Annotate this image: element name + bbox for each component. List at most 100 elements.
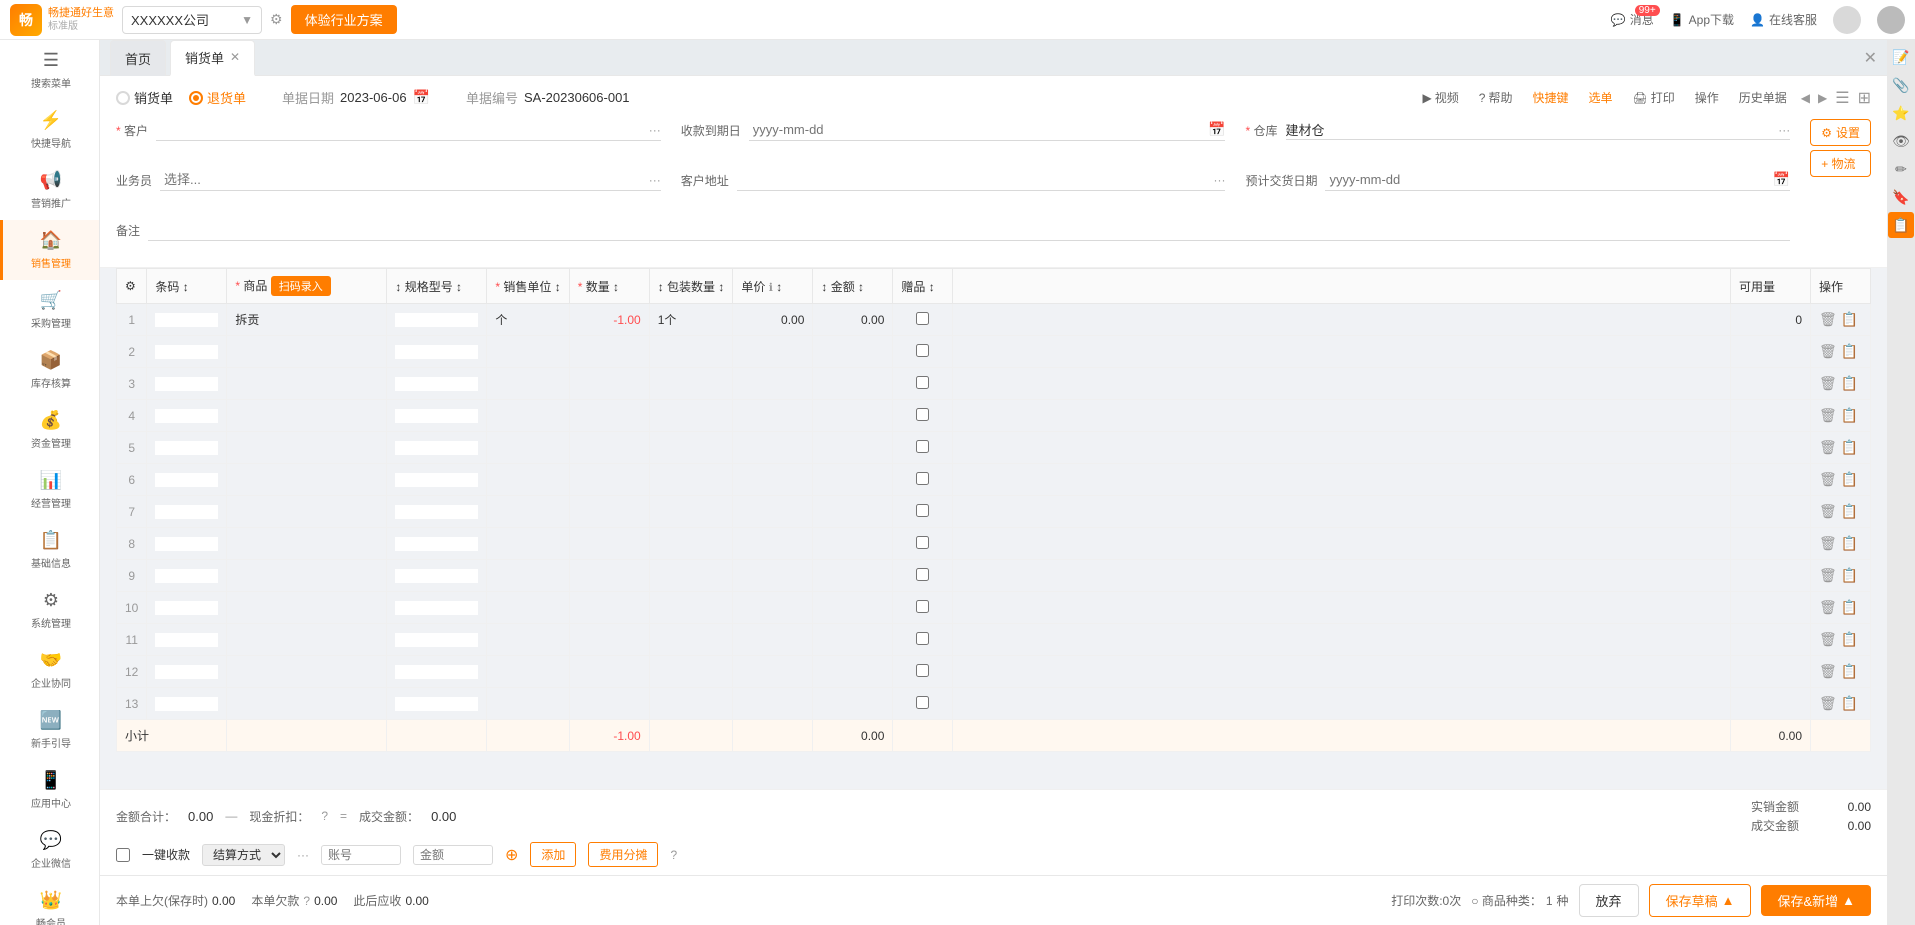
- row-gift[interactable]: [893, 656, 953, 688]
- close-all-tabs-icon[interactable]: ✕: [1864, 48, 1877, 68]
- copy-row-icon[interactable]: 📋: [1841, 311, 1858, 328]
- row-pkg-qty[interactable]: [649, 528, 733, 560]
- sidebar-item-member[interactable]: 👑 畅会员: [0, 880, 99, 925]
- expected-delivery-input[interactable]: [1325, 169, 1772, 190]
- row-qty[interactable]: [569, 560, 649, 592]
- row-product[interactable]: [227, 400, 387, 432]
- customer-dots[interactable]: ···: [649, 123, 661, 137]
- delete-row-icon[interactable]: 🗑: [1819, 535, 1837, 552]
- row-spec[interactable]: [387, 368, 487, 400]
- row-unit[interactable]: [487, 688, 569, 720]
- discount-help-icon[interactable]: ?: [321, 809, 328, 823]
- row-amount[interactable]: [813, 400, 893, 432]
- sidebar-item-inventory[interactable]: 📦 库存核算: [0, 340, 99, 400]
- one-click-payment-checkbox[interactable]: [116, 848, 130, 862]
- copy-row-icon[interactable]: 📋: [1841, 567, 1858, 584]
- row-product[interactable]: [227, 688, 387, 720]
- row-qty[interactable]: [569, 368, 649, 400]
- add-button[interactable]: 添加: [530, 842, 576, 867]
- save-draft-button[interactable]: 保存草稿 ▲: [1649, 884, 1752, 917]
- row-price[interactable]: [733, 464, 813, 496]
- row-price[interactable]: [733, 400, 813, 432]
- radio-sales-order[interactable]: 销货单: [116, 88, 173, 107]
- rp-icon-6[interactable]: 🔖: [1888, 184, 1914, 210]
- row-spec[interactable]: [387, 560, 487, 592]
- copy-row-icon[interactable]: 📋: [1841, 695, 1858, 712]
- delete-row-icon[interactable]: 🗑: [1819, 407, 1837, 424]
- rp-icon-5[interactable]: ✏: [1888, 156, 1914, 182]
- row-barcode[interactable]: [147, 336, 227, 368]
- delete-row-icon[interactable]: 🗑: [1819, 631, 1837, 648]
- rp-icon-2[interactable]: 📎: [1888, 72, 1914, 98]
- copy-row-icon[interactable]: 📋: [1841, 663, 1858, 680]
- row-spec[interactable]: [387, 464, 487, 496]
- row-gift[interactable]: [893, 432, 953, 464]
- row-gift[interactable]: [893, 624, 953, 656]
- row-spec[interactable]: [387, 400, 487, 432]
- row-price[interactable]: [733, 592, 813, 624]
- row-qty[interactable]: [569, 688, 649, 720]
- sidebar-item-finance[interactable]: 💰 资金管理: [0, 400, 99, 460]
- tab-close-icon[interactable]: ✕: [230, 50, 240, 64]
- sidebar-item-marketing[interactable]: 📢 营销推广: [0, 160, 99, 220]
- row-gift[interactable]: [893, 368, 953, 400]
- delivery-calendar-icon[interactable]: 📅: [1773, 171, 1790, 188]
- row-price[interactable]: [733, 432, 813, 464]
- tab-sales-order[interactable]: 销货单 ✕: [170, 40, 255, 76]
- row-unit[interactable]: 个: [487, 304, 569, 336]
- sidebar-item-operations[interactable]: 📊 经营管理: [0, 460, 99, 520]
- row-unit[interactable]: [487, 592, 569, 624]
- rp-icon-1[interactable]: 📝: [1888, 44, 1914, 70]
- row-barcode[interactable]: [147, 304, 227, 336]
- delete-row-icon[interactable]: 🗑: [1819, 695, 1837, 712]
- row-pkg-qty[interactable]: [649, 368, 733, 400]
- delete-row-icon[interactable]: 🗑: [1819, 343, 1837, 360]
- tab-home[interactable]: 首页: [110, 40, 166, 76]
- row-gift[interactable]: [893, 592, 953, 624]
- row-price[interactable]: [733, 656, 813, 688]
- row-spec[interactable]: [387, 624, 487, 656]
- sidebar-item-appstore[interactable]: 📱 应用中心: [0, 760, 99, 820]
- sidebar-item-quick-nav[interactable]: ⚡ 快捷导航: [0, 100, 99, 160]
- row-amount[interactable]: [813, 624, 893, 656]
- row-unit[interactable]: [487, 464, 569, 496]
- row-spec[interactable]: [387, 304, 487, 336]
- row-spec[interactable]: [387, 688, 487, 720]
- row-product[interactable]: [227, 528, 387, 560]
- copy-row-icon[interactable]: 📋: [1841, 343, 1858, 360]
- row-pkg-qty[interactable]: [649, 464, 733, 496]
- row-unit[interactable]: [487, 624, 569, 656]
- row-unit[interactable]: [487, 528, 569, 560]
- row-amount[interactable]: [813, 656, 893, 688]
- row-spec[interactable]: [387, 656, 487, 688]
- col-header-settings[interactable]: ⚙: [117, 269, 147, 304]
- rp-icon-7[interactable]: 📋: [1888, 212, 1914, 238]
- history-btn[interactable]: 历史单据: [1733, 86, 1793, 109]
- delete-row-icon[interactable]: 🗑: [1819, 663, 1837, 680]
- row-product[interactable]: [227, 656, 387, 688]
- rp-icon-3[interactable]: ⭐: [1888, 100, 1914, 126]
- operation-btn[interactable]: 操作: [1689, 86, 1725, 109]
- debt-help-icon[interactable]: ?: [303, 894, 310, 908]
- app-download-button[interactable]: 📱 App下载: [1670, 11, 1734, 28]
- rp-icon-4[interactable]: 👁: [1888, 128, 1914, 154]
- row-barcode[interactable]: [147, 368, 227, 400]
- copy-row-icon[interactable]: 📋: [1841, 631, 1858, 648]
- row-pkg-qty[interactable]: [649, 624, 733, 656]
- row-spec[interactable]: [387, 432, 487, 464]
- settings-button[interactable]: ⚙ 设置: [1810, 119, 1871, 146]
- add-payment-icon[interactable]: ⊕: [505, 845, 518, 865]
- row-qty[interactable]: [569, 336, 649, 368]
- row-gift[interactable]: [893, 464, 953, 496]
- row-gift[interactable]: [893, 688, 953, 720]
- sidebar-item-sales[interactable]: 🏠 销售管理: [0, 220, 99, 280]
- sidebar-item-system[interactable]: ⚙ 系统管理: [0, 580, 99, 640]
- row-gift[interactable]: [893, 528, 953, 560]
- row-barcode[interactable]: [147, 656, 227, 688]
- payment-calendar-icon[interactable]: 📅: [1208, 121, 1225, 138]
- account-input[interactable]: [321, 845, 401, 865]
- row-unit[interactable]: [487, 400, 569, 432]
- row-unit[interactable]: [487, 560, 569, 592]
- row-qty[interactable]: [569, 528, 649, 560]
- row-pkg-qty[interactable]: [649, 400, 733, 432]
